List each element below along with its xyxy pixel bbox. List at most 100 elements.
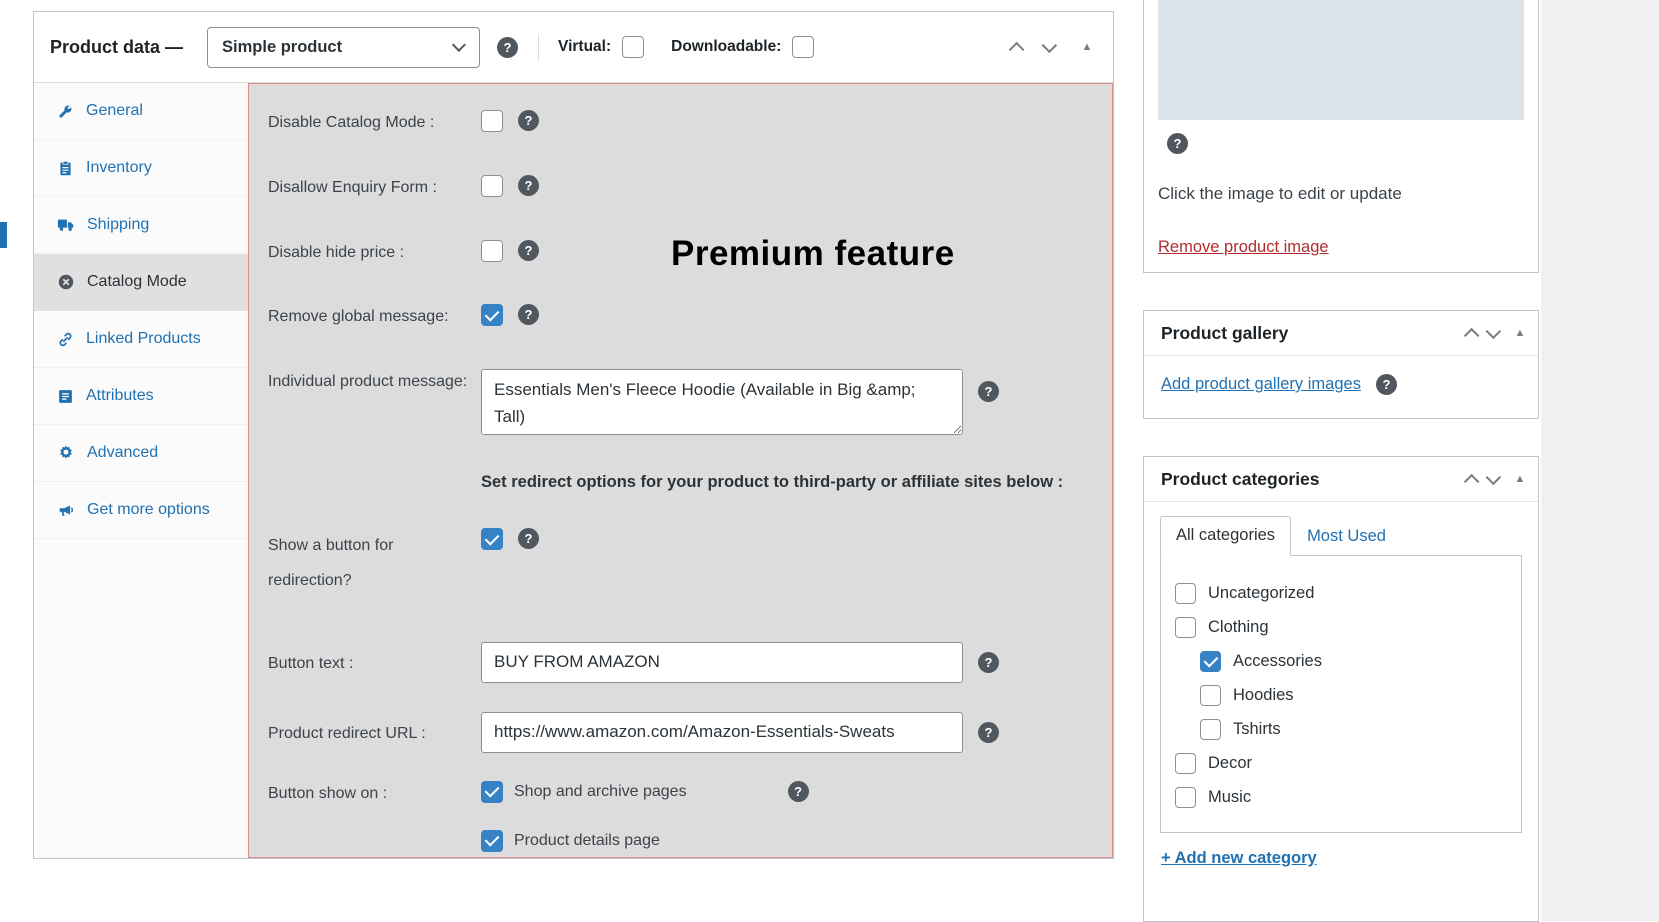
disallow-enquiry-label: Disallow Enquiry Form : — [268, 178, 437, 196]
disable-hide-price-label: Disable hide price : — [268, 243, 405, 261]
link-icon — [59, 332, 72, 346]
help-icon[interactable] — [518, 239, 539, 261]
order-down-button[interactable] — [1482, 322, 1508, 344]
category-item: Clothing — [1175, 610, 1507, 644]
product-data-header: Product data — Simple product Virtual: D… — [34, 12, 1113, 83]
remove-global-message-label: Remove global message: — [268, 308, 449, 326]
category-checkbox-tshirts[interactable] — [1200, 718, 1221, 740]
tab-label: Catalog Mode — [87, 273, 187, 290]
category-checkbox-decor[interactable] — [1175, 752, 1196, 774]
button-show-on-label: Button show on : — [268, 784, 388, 802]
collapse-toggle-button[interactable] — [1075, 36, 1099, 58]
button-text-label: Button text : — [268, 654, 354, 672]
category-label: Tshirts — [1233, 719, 1281, 738]
virtual-checkbox[interactable] — [622, 36, 645, 58]
redirect-url-label: Product redirect URL : — [268, 724, 426, 742]
product-details-label: Product details page — [514, 831, 660, 849]
disable-catalog-checkbox[interactable] — [481, 110, 503, 132]
gallery-title: Product gallery — [1161, 322, 1289, 343]
product-type-select[interactable]: Simple product — [207, 26, 481, 68]
product-type-value: Simple product — [222, 37, 343, 56]
category-item: Uncategorized — [1175, 576, 1507, 610]
tab-shipping[interactable]: Shipping — [34, 197, 248, 254]
order-down-button[interactable] — [1038, 36, 1064, 58]
shop-archive-checkbox[interactable] — [481, 780, 503, 803]
individual-message-label: Individual product message: — [268, 373, 468, 391]
wrench-icon — [59, 105, 72, 118]
button-text-input[interactable] — [481, 641, 963, 683]
help-icon[interactable] — [497, 36, 519, 58]
product-gallery-panel: Product gallery Add product gallery imag… — [1143, 310, 1539, 419]
panel-title: Product data — — [50, 36, 184, 57]
product-data-tabs: General Inventory Shipping Catalog Mode … — [34, 83, 248, 858]
collapse-toggle-button[interactable] — [1508, 322, 1532, 344]
category-checkbox-uncategorized[interactable] — [1175, 582, 1196, 604]
tab-attributes[interactable]: Attributes — [34, 368, 248, 425]
category-label: Accessories — [1233, 651, 1322, 670]
chevron-down-icon — [451, 37, 466, 52]
downloadable-label: Downloadable: — [671, 38, 782, 55]
product-image-fragment — [1268, 0, 1474, 7]
catalog-mode-panel: Premium feature Disable Catalog Mode : D… — [248, 83, 1113, 858]
tab-catalog-mode[interactable]: Catalog Mode — [34, 254, 248, 311]
help-icon[interactable] — [518, 528, 539, 550]
order-up-button[interactable] — [1001, 36, 1027, 58]
collapse-toggle-button[interactable] — [1508, 468, 1532, 490]
category-checkbox-hoodies[interactable] — [1200, 684, 1221, 706]
help-icon[interactable] — [518, 174, 539, 196]
help-icon[interactable] — [978, 381, 999, 403]
redirect-url-input[interactable] — [481, 711, 963, 753]
order-up-button[interactable] — [1456, 468, 1482, 490]
featured-image[interactable] — [1158, 0, 1524, 120]
help-icon[interactable] — [978, 651, 999, 673]
category-checkbox-clothing[interactable] — [1175, 616, 1196, 638]
category-checkbox-music[interactable] — [1175, 786, 1196, 808]
disallow-enquiry-checkbox[interactable] — [481, 174, 503, 197]
tab-inventory[interactable]: Inventory — [34, 140, 248, 197]
featured-image-panel: Click the image to edit or update Remove… — [1143, 0, 1539, 273]
redirect-options-heading: Set redirect options for your product to… — [481, 473, 1064, 492]
tab-all-categories[interactable]: All categories — [1160, 516, 1292, 556]
category-label: Hoodies — [1233, 685, 1294, 704]
categories-title: Product categories — [1161, 468, 1320, 489]
tab-label: Advanced — [87, 444, 159, 461]
product-categories-panel: Product categories All categories Most U… — [1143, 456, 1539, 922]
truck-icon — [57, 219, 74, 231]
tab-label: Linked Products — [86, 330, 201, 347]
help-icon[interactable] — [787, 781, 809, 803]
tab-advanced[interactable]: Advanced — [34, 425, 248, 482]
downloadable-checkbox[interactable] — [792, 36, 815, 58]
show-button-label: Show a button for redirection? — [268, 537, 394, 589]
tab-label: Get more options — [87, 501, 210, 518]
category-item: Tshirts — [1200, 712, 1507, 746]
category-item: Hoodies — [1200, 678, 1507, 712]
category-item: Decor — [1175, 746, 1507, 780]
show-redirect-button-checkbox[interactable] — [481, 528, 503, 551]
category-checkbox-accessories[interactable] — [1200, 650, 1221, 672]
shop-archive-label: Shop and archive pages — [514, 782, 687, 800]
order-up-button[interactable] — [1456, 322, 1482, 344]
featured-image-caption: Click the image to edit or update — [1158, 184, 1402, 203]
add-new-category-link[interactable]: + Add new category — [1161, 849, 1317, 868]
help-icon[interactable] — [518, 304, 539, 326]
help-icon[interactable] — [1167, 133, 1188, 154]
individual-message-textarea[interactable]: Essentials Men's Fleece Hoodie (Availabl… — [481, 369, 963, 436]
category-label: Decor — [1208, 753, 1253, 772]
help-icon[interactable] — [1375, 374, 1397, 395]
remove-product-image-link[interactable]: Remove product image — [1158, 238, 1329, 257]
help-icon[interactable] — [978, 721, 999, 743]
category-item: Accessories — [1200, 644, 1507, 678]
product-details-checkbox[interactable] — [481, 829, 503, 852]
tab-general[interactable]: General — [34, 83, 248, 140]
help-icon[interactable] — [518, 110, 539, 131]
remove-global-message-checkbox[interactable] — [481, 304, 503, 327]
order-down-button[interactable] — [1482, 468, 1508, 490]
product-data-panel: Product data — Simple product Virtual: D… — [33, 11, 1114, 859]
inventory-icon — [60, 160, 71, 175]
disable-hide-price-checkbox[interactable] — [481, 239, 503, 262]
tab-linked-products[interactable]: Linked Products — [34, 311, 248, 368]
category-label: Clothing — [1208, 617, 1269, 636]
tab-most-used[interactable]: Most Used — [1307, 518, 1386, 556]
tab-get-more-options[interactable]: Get more options — [34, 482, 248, 539]
add-gallery-images-link[interactable]: Add product gallery images — [1161, 375, 1361, 394]
